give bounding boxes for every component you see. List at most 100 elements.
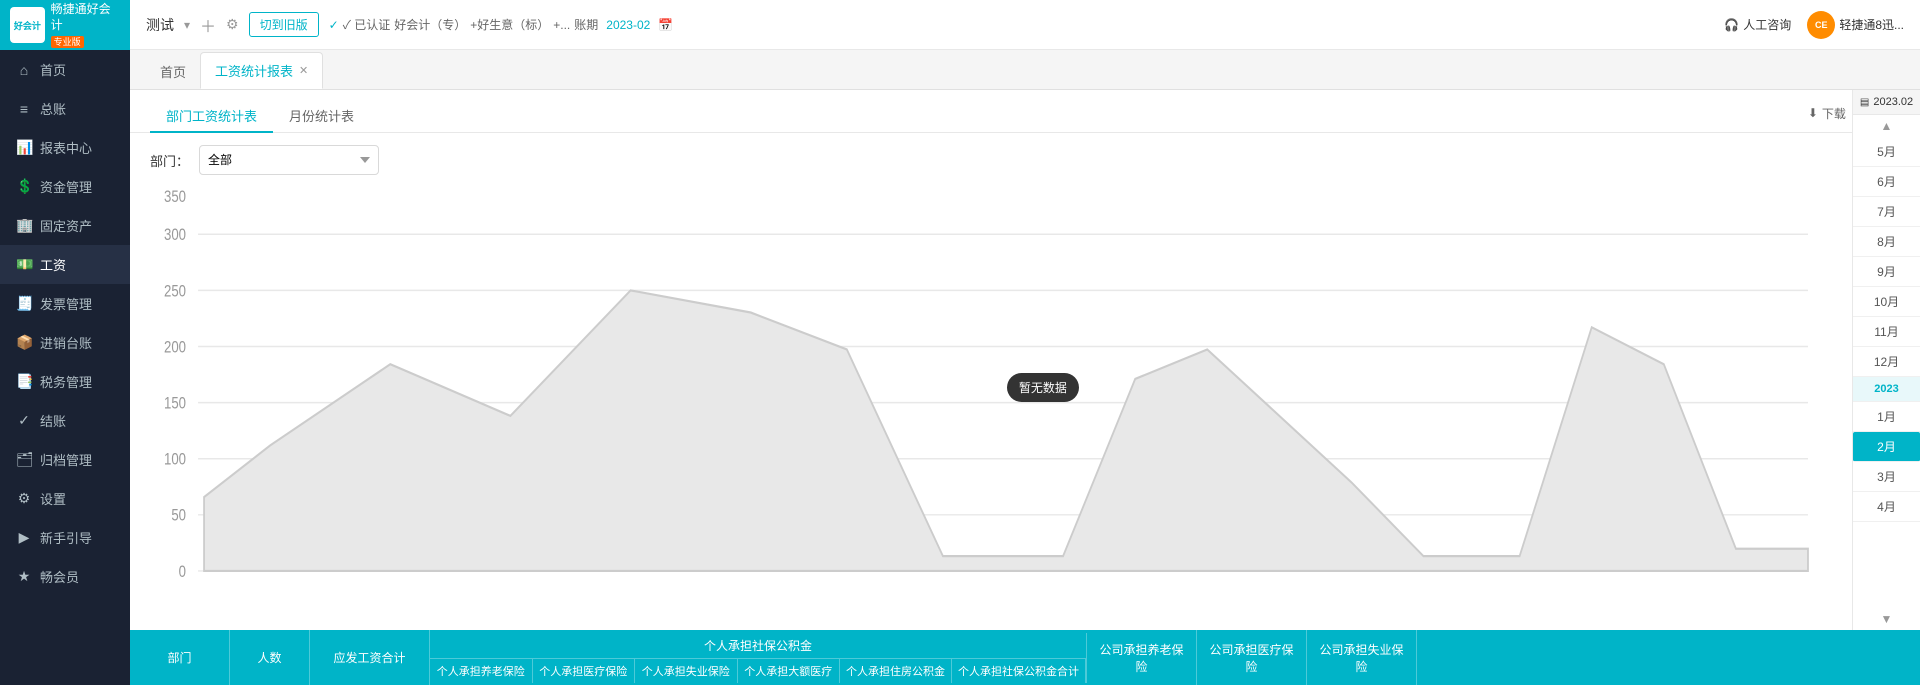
svg-text:300: 300 — [164, 227, 186, 245]
sidebar-item-member[interactable]: ★ 畅会员 — [0, 557, 130, 596]
sidebar-item-assets[interactable]: 🏢 固定资产 — [0, 206, 130, 245]
avatar-initials: CE — [1815, 20, 1828, 30]
th-dept: 部门 — [130, 630, 230, 685]
sidebar-item-label: 归档管理 — [40, 450, 92, 469]
filter-dept-select[interactable]: 全部 销售部 技术部 财务部 行政部 — [199, 145, 379, 175]
sidebar-item-salary[interactable]: 💵 工资 — [0, 245, 130, 284]
tab-close-button[interactable]: ✕ — [299, 64, 308, 77]
sidebar-item-label: 发票管理 — [40, 294, 92, 313]
tab-salary-report[interactable]: 工资统计报表 ✕ — [200, 52, 323, 89]
th-personal-pension: 个人承担养老保险 — [430, 659, 533, 683]
sidebar-item-home[interactable]: ⌂ 首页 — [0, 50, 130, 89]
sidebar-item-reports[interactable]: 📊 报表中心 — [0, 128, 130, 167]
svg-text:200: 200 — [164, 339, 186, 357]
date-month-9[interactable]: 9月 — [1853, 257, 1920, 287]
subtab-month[interactable]: 月份统计表 — [273, 100, 370, 133]
sidebar-item-settings[interactable]: ⚙ 设置 — [0, 479, 130, 518]
svg-text:100: 100 — [164, 451, 186, 469]
date-month-6[interactable]: 6月 — [1853, 167, 1920, 197]
headset-icon: 🎧 — [1724, 18, 1739, 32]
tax-icon: 📑 — [16, 373, 32, 390]
date-month-3[interactable]: 3月 — [1853, 462, 1920, 492]
th-personal-medical: 个人承担医疗保险 — [533, 659, 636, 683]
th-dept-label: 部门 — [167, 649, 191, 666]
verified-label: ✓ 已认证 — [343, 16, 391, 33]
assets-icon: 🏢 — [16, 217, 32, 234]
date-panel-scroll: 5月 6月 7月 8月 9月 10月 11月 12月 2023 1月 2月 3月… — [1853, 137, 1920, 608]
date-month-2-active[interactable]: 2月 — [1853, 432, 1920, 462]
ledger-icon: ≡ — [16, 101, 32, 117]
tab-salary-report-label: 工资统计报表 — [215, 61, 293, 80]
date-month-12[interactable]: 12月 — [1853, 347, 1920, 377]
sidebar-item-label: 进销台账 — [40, 333, 92, 352]
date-month-8[interactable]: 8月 — [1853, 227, 1920, 257]
user-profile-button[interactable]: CE 轻捷通8迅... — [1807, 11, 1904, 39]
switch-to-old-button[interactable]: 切到旧版 — [249, 12, 319, 37]
sidebar-item-tax[interactable]: 📑 税务管理 — [0, 362, 130, 401]
th-total-salary: 应发工资合计 — [310, 630, 430, 685]
chart-area: 0 50 100 150 200 250 300 350 暂无数据 — [130, 187, 1920, 630]
sidebar-item-sales[interactable]: 📦 进销台账 — [0, 323, 130, 362]
logo-name: 畅捷通好会计 — [51, 2, 120, 33]
sidebar-item-label: 报表中心 — [40, 138, 92, 157]
tag3-label: +... — [553, 18, 570, 32]
home-icon: ⌂ — [16, 62, 32, 78]
sidebar-item-settle[interactable]: ✓ 结账 — [0, 401, 130, 440]
archive-icon: 🗂 — [16, 451, 32, 468]
date-month-10[interactable]: 10月 — [1853, 287, 1920, 317]
sidebar-item-guide[interactable]: ▶ 新手引导 — [0, 518, 130, 557]
salary-chart: 0 50 100 150 200 250 300 350 — [150, 187, 1832, 630]
tabbar: 首页 工资统计报表 ✕ — [130, 50, 1920, 90]
topbar-dropdown-arrow[interactable]: ▾ — [184, 18, 190, 32]
filter-bar: 部门： 全部 销售部 技术部 财务部 行政部 — [130, 133, 1920, 187]
th-group-label: 个人承担社保公积金 — [430, 633, 1086, 659]
date-month-11[interactable]: 11月 — [1853, 317, 1920, 347]
reports-icon: 📊 — [16, 139, 32, 156]
sidebar-item-label: 固定资产 — [40, 216, 92, 235]
guide-icon: ▶ — [16, 529, 32, 546]
sidebar-item-archive[interactable]: 🗂 归档管理 — [0, 440, 130, 479]
topbar-add-button[interactable]: ＋ — [200, 13, 216, 37]
date-month-7[interactable]: 7月 — [1853, 197, 1920, 227]
sidebar-item-label: 新手引导 — [40, 528, 92, 547]
sidebar-item-label: 设置 — [40, 489, 66, 508]
th-company-unemployment-label: 公司承担失业保险 — [1315, 641, 1408, 675]
sidebar-item-label: 资金管理 — [40, 177, 92, 196]
user-service-label: 人工咨询 — [1743, 16, 1791, 33]
svg-text:150: 150 — [164, 395, 186, 413]
tag1-label: 好会计（专） — [394, 16, 466, 33]
th-company-medical-label: 公司承担医疗保险 — [1205, 641, 1298, 675]
sidebar-item-label: 总账 — [40, 99, 66, 118]
th-personal-unemployment: 个人承担失业保险 — [635, 659, 738, 683]
topbar-gear-button[interactable]: ⚙ — [226, 16, 239, 33]
sidebar-item-label: 税务管理 — [40, 372, 92, 391]
tab-home-label: 首页 — [160, 62, 186, 81]
invoice-icon: 🧾 — [16, 295, 32, 312]
download-label: 下载 — [1822, 105, 1846, 122]
salary-icon: 💵 — [16, 256, 32, 273]
date-panel-down-arrow[interactable]: ▼ — [1853, 608, 1920, 630]
sidebar-item-label: 结账 — [40, 411, 66, 430]
date-month-1[interactable]: 1月 — [1853, 402, 1920, 432]
user-service-button[interactable]: 🎧 人工咨询 — [1724, 16, 1791, 33]
filter-dept-label: 部门： — [150, 151, 189, 170]
logo-badge: 专业版 — [51, 36, 84, 48]
sales-icon: 📦 — [16, 334, 32, 351]
th-company-pension-label: 公司承担养老保险 — [1095, 641, 1188, 675]
subtab-dept[interactable]: 部门工资统计表 — [150, 100, 273, 133]
sidebar-item-label: 首页 — [40, 60, 66, 79]
tab-home[interactable]: 首页 — [146, 54, 200, 89]
sidebar-item-funds[interactable]: 💲 资金管理 — [0, 167, 130, 206]
sidebar-item-label: 工资 — [40, 255, 66, 274]
date-panel-up-arrow[interactable]: ▲ — [1853, 115, 1920, 137]
verified-icon: ✓ — [329, 18, 339, 32]
settings-icon: ⚙ — [16, 490, 32, 507]
date-month-4[interactable]: 4月 — [1853, 492, 1920, 522]
date-month-5[interactable]: 5月 — [1853, 137, 1920, 167]
sidebar-item-invoice[interactable]: 🧾 发票管理 — [0, 284, 130, 323]
th-sub-cells: 个人承担养老保险 个人承担医疗保险 个人承担失业保险 个人承担大额医疗 个人承担… — [430, 659, 1086, 683]
sidebar-item-ledger[interactable]: ≡ 总账 — [0, 89, 130, 128]
sidebar-item-label: 畅会员 — [40, 567, 79, 586]
download-button[interactable]: ⬇ 下载 — [1808, 105, 1846, 122]
calendar-icon[interactable]: 📅 — [658, 18, 673, 32]
